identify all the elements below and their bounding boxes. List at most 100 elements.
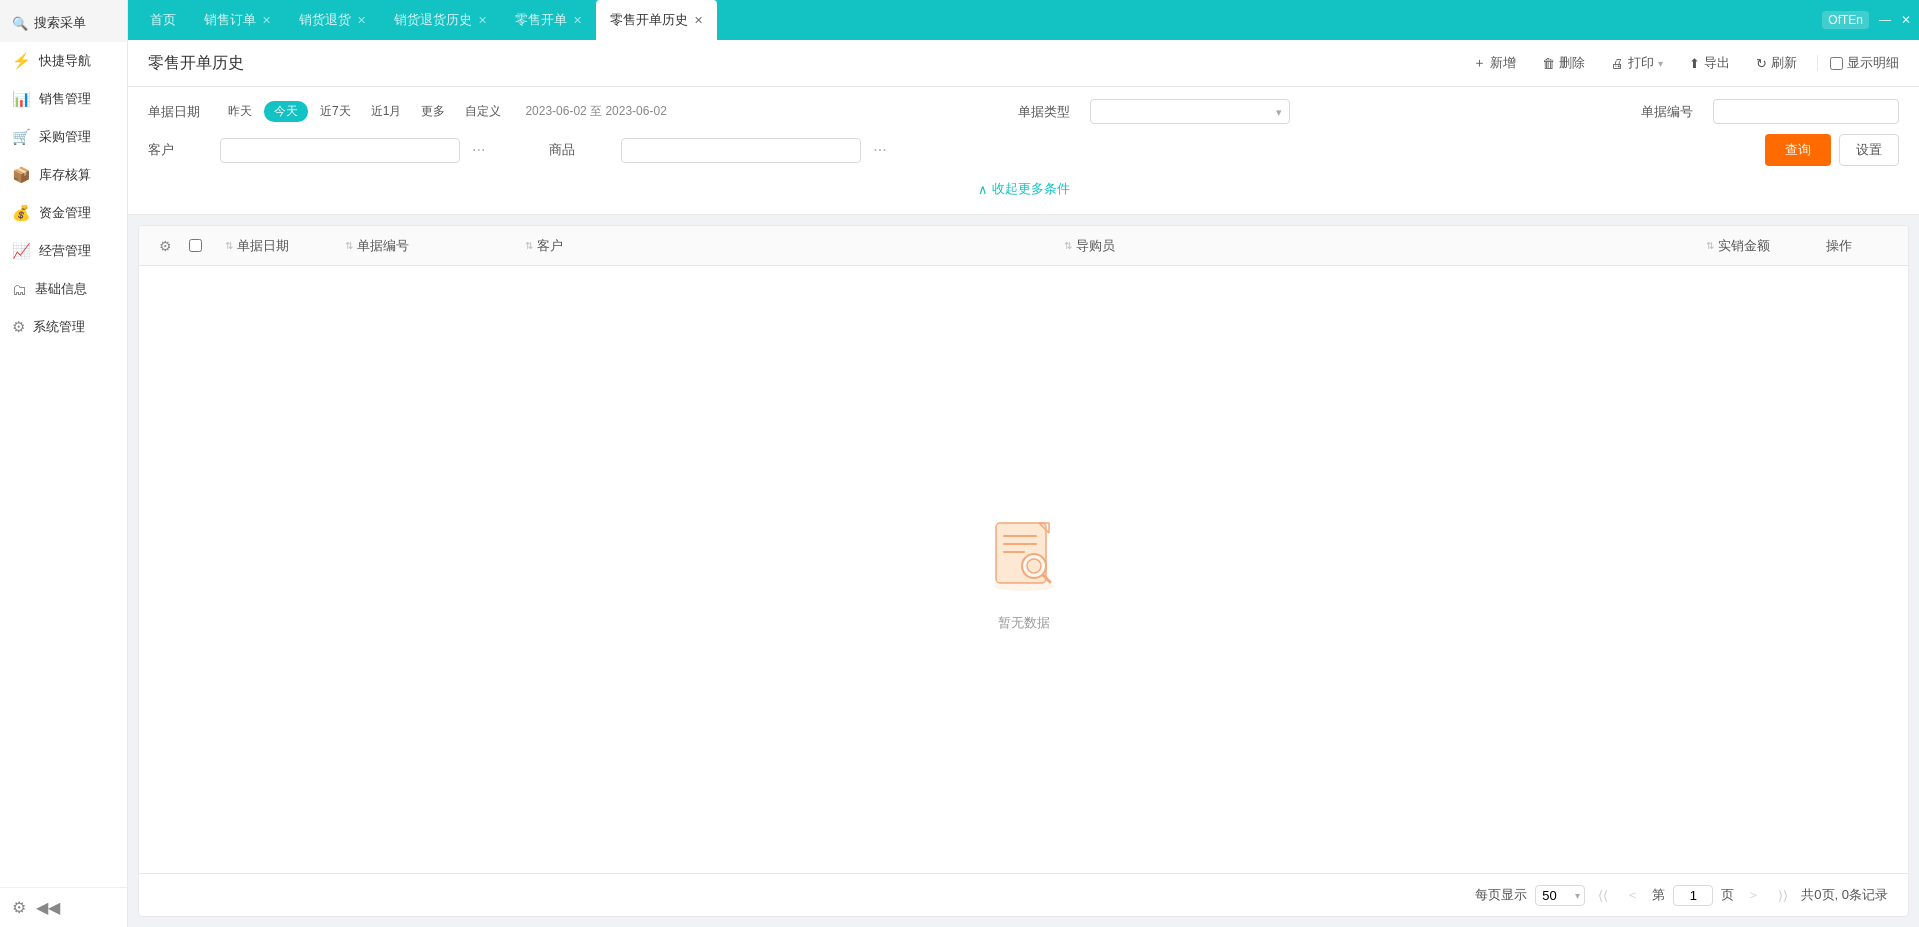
table-area: ⚙ ⇅ 单据日期 ⇅ 单据编号 ⇅ 客户 ⇅ 导购员 [138,225,1909,917]
sidebar-item-quick-nav[interactable]: ⚡ 快捷导航 [0,42,127,80]
sidebar-collapse-btn[interactable]: ◀◀ [36,898,60,917]
sidebar-item-operations[interactable]: 📈 经营管理 [0,232,127,270]
sidebar-item-purchase-mgmt[interactable]: 🛒 采购管理 [0,118,127,156]
bill-no-label: 单据编号 [1641,103,1701,121]
svg-point-7 [1027,559,1041,573]
prev-page-btn[interactable]: ＜ [1621,884,1644,906]
show-detail-checkbox[interactable] [1830,57,1843,70]
table-header: ⚙ ⇅ 单据日期 ⇅ 单据编号 ⇅ 客户 ⇅ 导购员 [139,226,1908,266]
total-info: 共0页, 0条记录 [1801,886,1888,904]
th-guide[interactable]: ⇅ 导购员 [1056,237,1176,255]
delete-icon: 🗑 [1542,56,1555,71]
page-header: 零售开单历史 ＋ 新增 🗑 删除 🖨 打印 ▾ ⬆ 导出 [128,40,1919,87]
empty-text: 暂无数据 [998,614,1050,632]
sidebar-item-label: 经营管理 [39,242,91,260]
sidebar-item-base-info[interactable]: 🗂 基础信息 [0,270,127,308]
per-page-label: 每页显示 [1475,886,1527,904]
print-button[interactable]: 🖨 打印 ▾ [1603,50,1671,76]
sidebar-item-inventory[interactable]: 📦 库存核算 [0,156,127,194]
th-customer[interactable]: ⇅ 客户 [517,237,1056,255]
last-page-btn[interactable]: ⟩⟩ [1773,886,1793,905]
page-number-input[interactable] [1673,885,1713,906]
tab-retail-history[interactable]: 零售开单历史 ✕ [596,0,717,40]
sidebar-item-label: 销售管理 [39,90,91,108]
date-btn-more[interactable]: 更多 [413,101,453,122]
sidebar-item-sales-mgmt[interactable]: 📊 销售管理 [0,80,127,118]
operations-icon: 📈 [12,242,31,260]
sidebar-item-finance[interactable]: 💰 资金管理 [0,194,127,232]
sort-icon-guide: ⇅ [1064,240,1072,251]
customer-input[interactable] [220,138,460,163]
collapse-row: ∧ 收起更多条件 [148,176,1899,202]
date-filter-label: 单据日期 [148,103,208,121]
date-range-display: 2023-06-02 至 2023-06-02 [525,103,666,120]
tab-sales-order[interactable]: 销售订单 ✕ [190,0,285,40]
empty-illustration [974,508,1074,598]
export-button[interactable]: ⬆ 导出 [1681,50,1738,76]
print-arrow-icon: ▾ [1658,58,1663,69]
sidebar-search[interactable]: 🔍 搜索采单 [0,0,127,42]
sidebar: 🔍 搜索采单 ⚡ 快捷导航 📊 销售管理 🛒 采购管理 📦 库存核算 💰 资金管… [0,0,128,927]
refresh-button[interactable]: ↻ 刷新 [1748,50,1805,76]
first-page-btn[interactable]: ⟨⟨ [1593,886,1613,905]
page-label: 第 [1652,886,1665,904]
add-icon: ＋ [1473,54,1486,72]
tab-sales-return-history[interactable]: 销货退货历史 ✕ [380,0,501,40]
goods-input[interactable] [621,138,861,163]
page-suffix: 页 [1721,886,1734,904]
refresh-label: 刷新 [1771,54,1797,72]
bill-no-input[interactable] [1713,99,1899,124]
finance-icon: 💰 [12,204,31,222]
toolbar: ＋ 新增 🗑 删除 🖨 打印 ▾ ⬆ 导出 ↻ 刷新 [1465,50,1899,76]
date-btn-today[interactable]: 今天 [264,101,308,122]
type-filter-label: 单据类型 [1018,103,1078,121]
tab-retail-open-close[interactable]: ✕ [573,14,582,27]
query-button[interactable]: 查询 [1765,134,1831,166]
th-action: 操作 [1818,237,1898,255]
select-all-checkbox[interactable] [189,239,202,252]
quick-nav-icon: ⚡ [12,52,31,70]
sidebar-item-system[interactable]: ⚙ 系统管理 [0,308,127,346]
tab-sales-return-history-close[interactable]: ✕ [478,14,487,27]
th-bill-no[interactable]: ⇅ 单据编号 [337,237,517,255]
tab-retail-history-label: 零售开单历史 [610,11,688,29]
th-amount[interactable]: ⇅ 实销金额 [1698,237,1818,255]
sort-icon-amount: ⇅ [1706,240,1714,251]
th-date[interactable]: ⇅ 单据日期 [217,237,337,255]
show-detail-label[interactable]: 显示明细 [1830,54,1899,72]
tab-retail-history-close[interactable]: ✕ [694,14,703,27]
collapse-conditions-btn[interactable]: ∧ 收起更多条件 [974,176,1074,202]
tab-home-label: 首页 [150,11,176,29]
date-btn-1month[interactable]: 近1月 [363,101,410,122]
date-btn-yesterday[interactable]: 昨天 [220,101,260,122]
settings-filter-button[interactable]: 设置 [1839,134,1899,166]
tab-sales-return[interactable]: 销货退货 ✕ [285,0,380,40]
tab-home[interactable]: 首页 [136,0,190,40]
delete-button[interactable]: 🗑 删除 [1534,50,1593,76]
window-close-btn[interactable]: ✕ [1901,13,1911,27]
export-label: 导出 [1704,54,1730,72]
customer-filter-label: 客户 [148,141,208,159]
per-page-select[interactable]: 10 20 50 100 [1535,885,1585,906]
goods-dots[interactable]: ··· [873,141,886,159]
goods-filter-label: 商品 [549,141,609,159]
page-title: 零售开单历史 [148,53,244,74]
add-label: 新增 [1490,54,1516,72]
filter-area: 单据日期 昨天 今天 近7天 近1月 更多 自定义 2023-06-02 至 2… [128,87,1919,215]
tab-sales-order-close[interactable]: ✕ [262,14,271,27]
window-minimize-btn[interactable]: — [1879,13,1891,27]
empty-state: 暂无数据 [139,266,1908,873]
date-btn-7days[interactable]: 近7天 [312,101,359,122]
next-page-btn[interactable]: ＞ [1742,884,1765,906]
tab-sales-return-close[interactable]: ✕ [357,14,366,27]
system-icon: ⚙ [12,318,25,336]
sales-icon: 📊 [12,90,31,108]
type-select[interactable] [1090,99,1290,124]
table-settings-btn[interactable]: ⚙ [149,230,181,262]
often-badge[interactable]: OfTEn [1822,11,1869,29]
date-btn-custom[interactable]: 自定义 [457,101,509,122]
tab-retail-open[interactable]: 零售开单 ✕ [501,0,596,40]
sidebar-settings-btn[interactable]: ⚙ [12,898,26,917]
customer-dots[interactable]: ··· [472,141,485,159]
add-button[interactable]: ＋ 新增 [1465,50,1524,76]
